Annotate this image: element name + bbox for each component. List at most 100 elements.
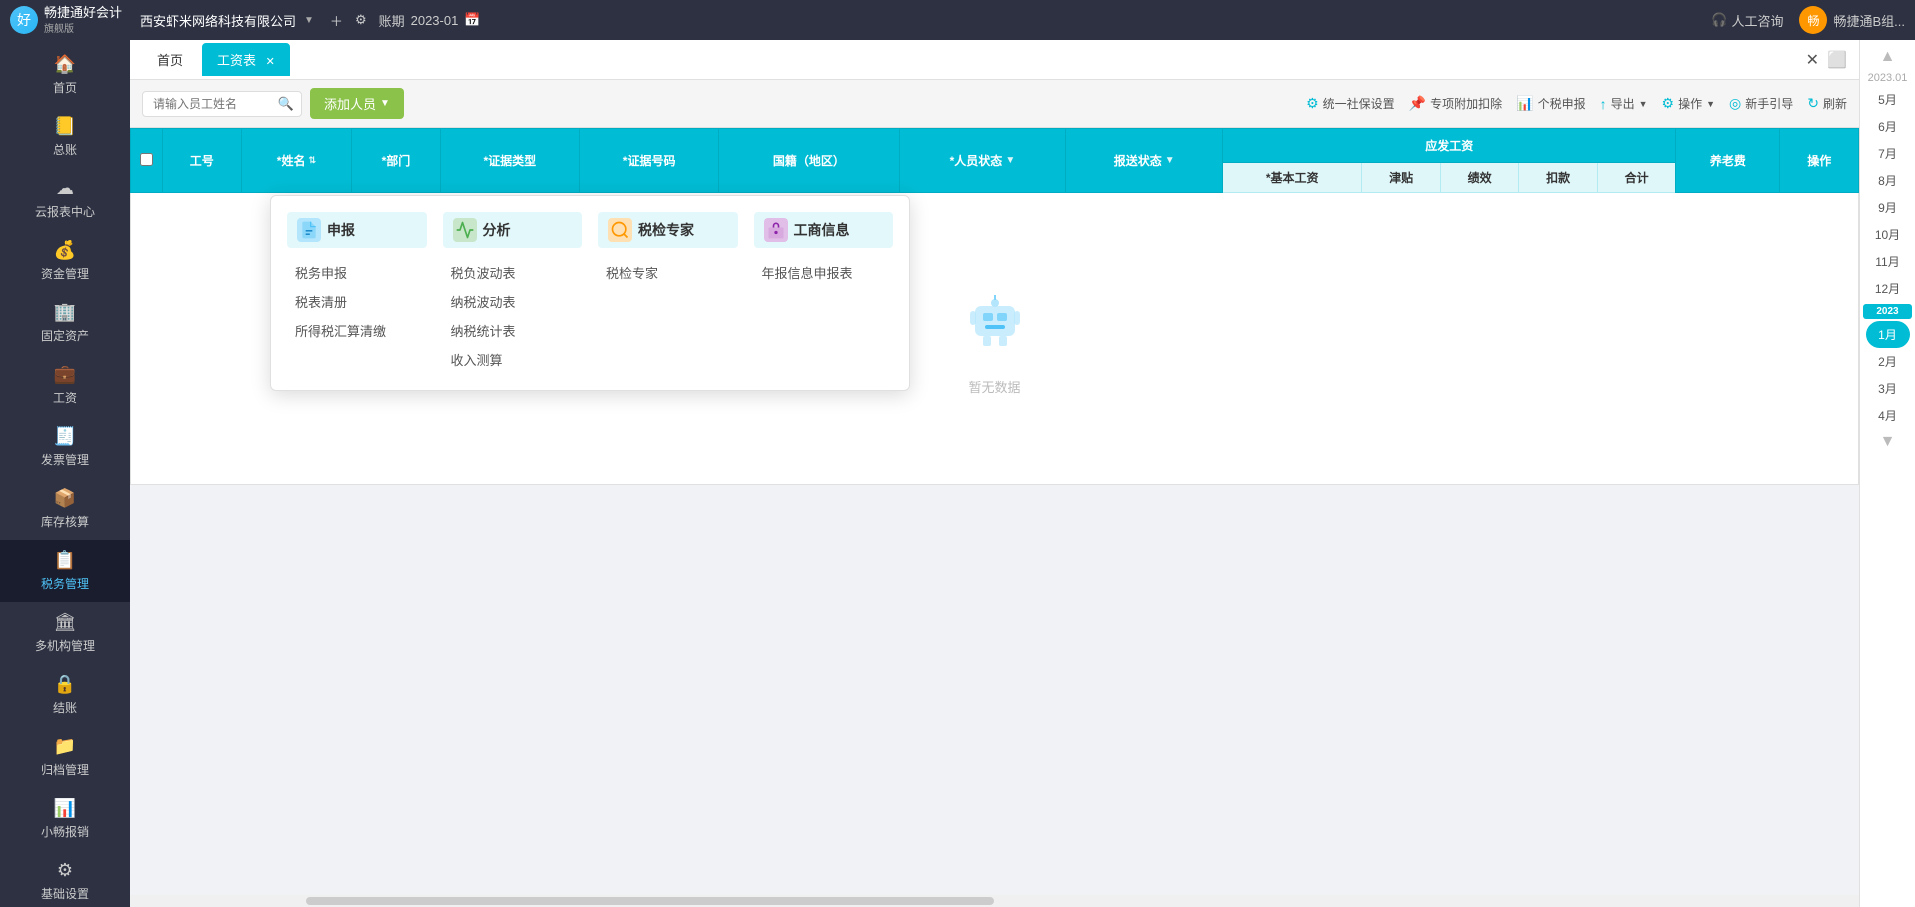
sidebar-item-fixed[interactable]: 🏢 固定资产 — [0, 292, 130, 354]
cal-month-3[interactable]: 3月 — [1860, 375, 1915, 402]
cal-month-10[interactable]: 10月 — [1860, 221, 1915, 248]
tax-return-action[interactable]: 📊 个税申报 — [1516, 95, 1585, 112]
taxcheck-title: 税检专家 — [638, 220, 694, 240]
calendar-icon: 📅 — [464, 12, 480, 28]
sidebar-label-fund: 资金管理 — [41, 265, 89, 282]
fenxi-title: 分析 — [483, 220, 511, 240]
export-action[interactable]: ↑ 导出 ▼ — [1600, 95, 1648, 112]
cal-month-6[interactable]: 6月 — [1860, 113, 1915, 140]
window-maximize-icon[interactable]: ⬜ — [1827, 50, 1847, 70]
menu-tax-burden-fluctuation[interactable]: 税负波动表 — [443, 258, 583, 287]
cal-month-12[interactable]: 12月 — [1860, 275, 1915, 302]
close-period-icon: 🔒 — [54, 674, 76, 695]
tab-salary-table[interactable]: 工资表 ✕ — [202, 43, 290, 76]
sidebar-item-close[interactable]: 🔒 结账 — [0, 664, 130, 726]
shenb-title: 申报 — [327, 220, 355, 240]
app-name: 畅捷通好会计 — [44, 5, 122, 21]
company-selector[interactable]: 西安虾米网络科技有限公司 ▼ — [140, 11, 314, 30]
add-company-button[interactable]: ＋ — [330, 11, 343, 30]
settings-sidebar-icon: ⚙ — [57, 860, 73, 881]
cal-nav-up[interactable]: ▲ — [1876, 44, 1900, 70]
sidebar-item-settings[interactable]: ⚙ 基础设置 — [0, 850, 130, 907]
operate-action[interactable]: ⚙ 操作 ▼ — [1662, 95, 1716, 112]
sidebar-label-multi: 多机构管理 — [35, 637, 95, 654]
sidebar-item-multi[interactable]: 🏛 多机构管理 — [0, 602, 130, 664]
ledger-icon: 📒 — [54, 116, 76, 137]
app-version: 旗舰版 — [44, 20, 122, 35]
sort-name-icon[interactable]: ⇅ — [308, 155, 316, 166]
export-arrow-icon: ▼ — [1639, 99, 1648, 109]
col-checkbox — [131, 129, 163, 193]
sidebar-label-archive: 归档管理 — [41, 761, 89, 778]
filter-status-icon[interactable]: ▼ — [1005, 155, 1015, 166]
sidebar-item-archive[interactable]: 📁 归档管理 — [0, 726, 130, 788]
menu-annual-report[interactable]: 年报信息申报表 — [754, 258, 894, 287]
col-yingfa-group: 应发工资 — [1223, 129, 1676, 163]
add-employee-button[interactable]: 添加人员 ▼ — [310, 88, 404, 119]
col-country: 国籍（地区） — [719, 129, 899, 193]
headset-icon: 🎧 — [1711, 12, 1727, 28]
app-logo: 好 畅捷通好会计 旗舰版 — [10, 5, 140, 36]
menu-taxcheck-expert[interactable]: 税检专家 — [598, 258, 738, 287]
cal-month-1-active[interactable]: 1月 — [1866, 321, 1910, 348]
filter-report-icon[interactable]: ▼ — [1165, 155, 1175, 166]
sidebar-item-invoice[interactable]: 🧾 发票管理 — [0, 416, 130, 478]
sidebar-item-cloud[interactable]: ☁ 云报表中心 — [0, 168, 130, 230]
tab-close-icon[interactable]: ✕ — [266, 56, 275, 68]
sidebar-item-salary[interactable]: 💼 工资 — [0, 354, 130, 416]
col-total: 合计 — [1597, 163, 1676, 193]
cal-month-11[interactable]: 11月 — [1860, 248, 1915, 275]
operate-icon: ⚙ — [1662, 95, 1675, 112]
cal-nav-down[interactable]: ▼ — [1876, 429, 1900, 455]
operate-label: 操作 — [1678, 95, 1702, 112]
add-dropdown-arrow-icon: ▼ — [380, 98, 390, 109]
cal-month-7[interactable]: 7月 — [1860, 140, 1915, 167]
tax-return-icon: 📊 — [1516, 95, 1533, 112]
cal-month-8[interactable]: 8月 — [1860, 167, 1915, 194]
menu-income-estimate[interactable]: 收入测算 — [443, 345, 583, 374]
window-close-icon[interactable]: ✕ — [1806, 50, 1819, 70]
horizontal-scrollbar[interactable] — [130, 895, 1859, 907]
sidebar-item-inventory[interactable]: 📦 库存核算 — [0, 478, 130, 540]
plus-icon: ＋ — [330, 11, 343, 30]
shenb-icon — [297, 218, 321, 242]
search-wrap: 🔍 — [142, 91, 302, 117]
popup-grid: 申报 税务申报 税表清册 所得税汇算清缴 分析 — [287, 212, 893, 374]
menu-tax-stats[interactable]: 纳税统计表 — [443, 316, 583, 345]
guide-action-icon: ◎ — [1729, 95, 1741, 112]
guide-action-label: 新手引导 — [1745, 95, 1793, 112]
search-icon[interactable]: 🔍 — [278, 96, 294, 112]
cloud-icon: ☁ — [56, 178, 74, 199]
refresh-action[interactable]: ↻ 刷新 — [1807, 95, 1847, 112]
cal-month-2[interactable]: 2月 — [1860, 348, 1915, 375]
window-controls: ✕ ⬜ — [1806, 50, 1847, 70]
cal-month-9[interactable]: 9月 — [1860, 194, 1915, 221]
sidebar-item-report[interactable]: 📊 小畅报销 — [0, 788, 130, 850]
menu-tax-fluctuation[interactable]: 纳税波动表 — [443, 287, 583, 316]
sidebar-item-tax[interactable]: 📋 税务管理 — [0, 540, 130, 602]
sidebar-label-fixed: 固定资产 — [41, 327, 89, 344]
export-icon: ↑ — [1600, 96, 1607, 112]
col-status: *人员状态 ▼ — [899, 129, 1066, 193]
menu-tax-form-list[interactable]: 税表清册 — [287, 287, 427, 316]
menu-tax-declaration[interactable]: 税务申报 — [287, 258, 427, 287]
scroll-thumb[interactable] — [306, 897, 994, 905]
cal-month-4[interactable]: 4月 — [1860, 402, 1915, 429]
support-button[interactable]: 🎧 人工咨询 — [1711, 11, 1783, 30]
cal-month-5[interactable]: 5月 — [1860, 86, 1915, 113]
col-action: 操作 — [1780, 129, 1859, 193]
special-deduction-action[interactable]: 📌 专项附加扣除 — [1409, 95, 1502, 112]
sidebar-item-ledger[interactable]: 📒 总账 — [0, 106, 130, 168]
tab-salary-label: 工资表 — [217, 53, 256, 68]
menu-income-tax-calc[interactable]: 所得税汇算清缴 — [287, 316, 427, 345]
sidebar-item-home[interactable]: 🏠 首页 — [0, 44, 130, 106]
user-info[interactable]: 畅 畅捷通B组... — [1799, 6, 1905, 34]
period-value: 2023-01 — [411, 13, 459, 28]
sidebar-item-fund[interactable]: 💰 资金管理 — [0, 230, 130, 292]
tab-home[interactable]: 首页 — [142, 43, 198, 76]
social-settings-action[interactable]: ⚙ 统一社保设置 — [1306, 95, 1395, 112]
select-all-checkbox[interactable] — [140, 153, 153, 166]
settings-button[interactable]: ⚙ — [355, 12, 367, 28]
guide-action[interactable]: ◎ 新手引导 — [1729, 95, 1793, 112]
report-icon: 📊 — [54, 798, 76, 819]
